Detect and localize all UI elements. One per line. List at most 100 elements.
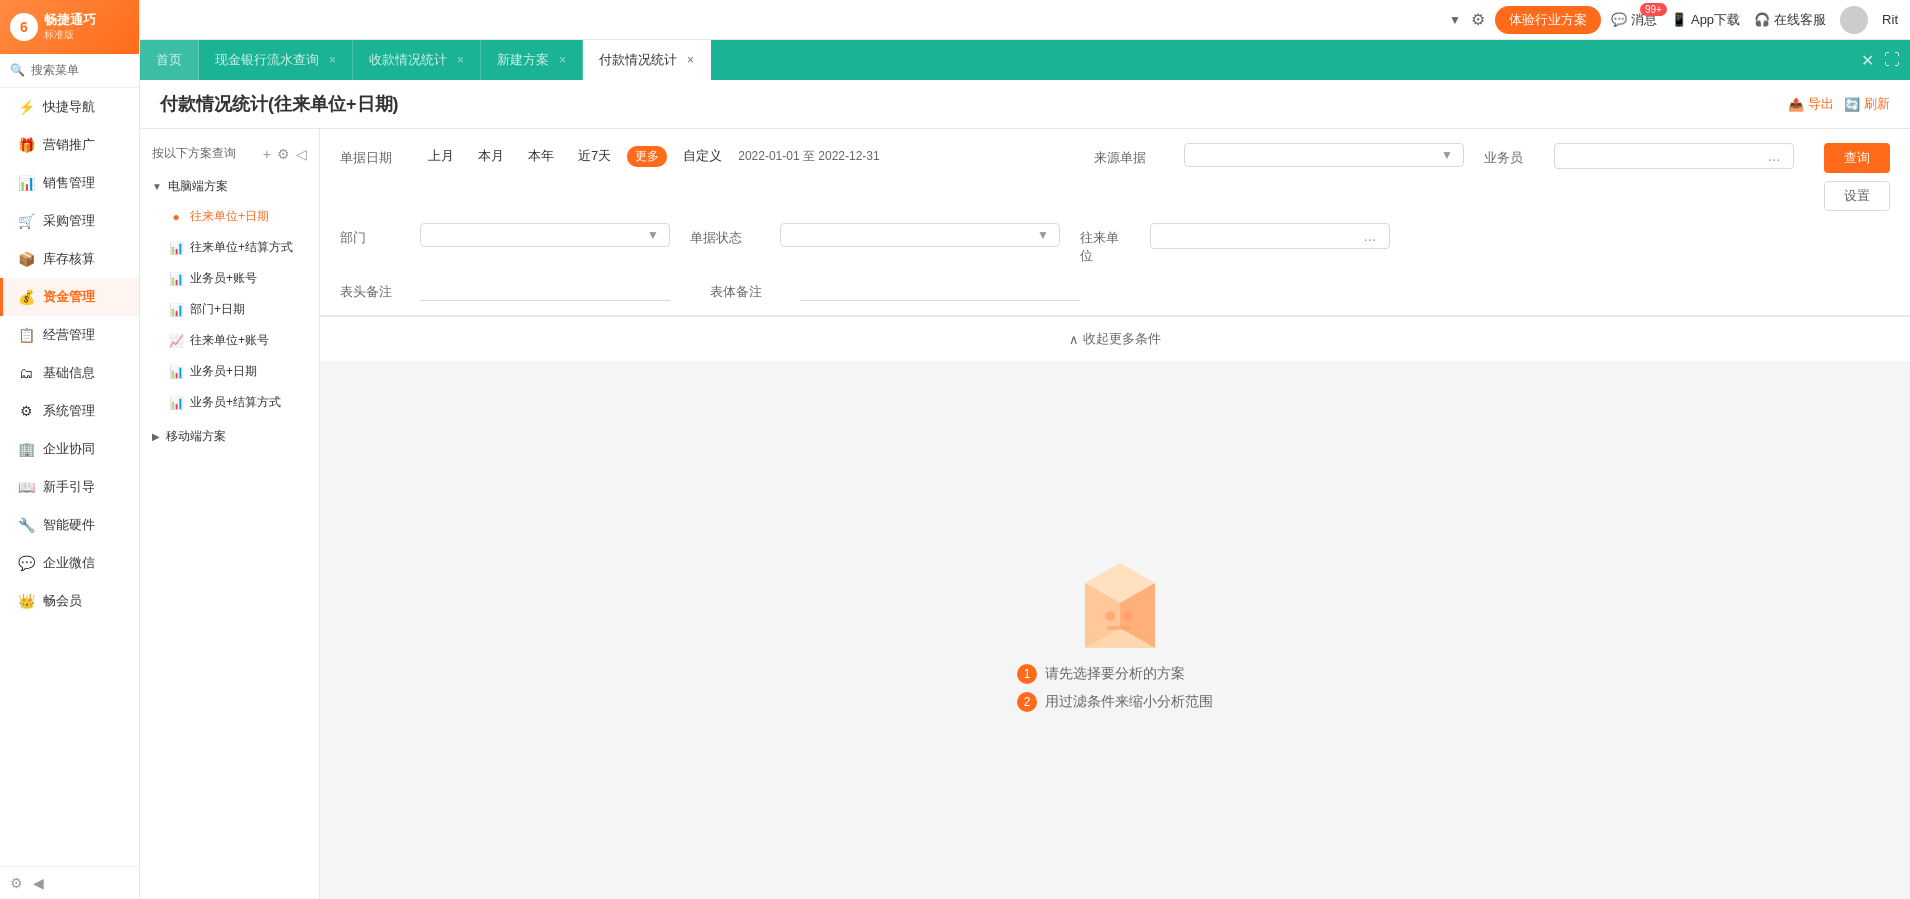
sidebar-item-sales[interactable]: 📊 销售管理 <box>0 164 139 202</box>
sidebar-item-wechat-label: 企业微信 <box>43 554 95 572</box>
sidebar-item-enterprise[interactable]: 🏢 企业协同 <box>0 430 139 468</box>
hint-num-1: 1 <box>1017 664 1037 684</box>
dept-select[interactable]: ▼ <box>420 223 670 247</box>
page-title: 付款情况统计(往来单位+日期) <box>160 92 1788 116</box>
tab-win-btns: ✕ ⛶ <box>1851 40 1910 80</box>
system-icon: ⚙ <box>17 402 35 420</box>
date-btn-more[interactable]: 更多 <box>627 146 667 167</box>
breadcrumb-chevron-icon[interactable]: ▼ <box>1449 13 1461 27</box>
hint-text-2: 用过滤条件来缩小分析范围 <box>1045 693 1213 711</box>
tab-new-scheme-close-icon[interactable]: × <box>559 53 566 67</box>
search-menu[interactable]: 🔍 搜索菜单 <box>0 54 139 88</box>
sidebar-item-marketing[interactable]: 🎁 营销推广 <box>0 126 139 164</box>
avatar <box>1840 6 1868 34</box>
tab-home[interactable]: 首页 <box>140 40 199 80</box>
right-area: 单据日期 上月 本月 本年 近7天 更多 自定义 2022-01-01 至 20… <box>320 129 1910 899</box>
export-btn[interactable]: 📤 导出 <box>1788 95 1834 113</box>
staff-dots-icon[interactable]: … <box>1767 148 1783 164</box>
window-expand-icon[interactable]: ⛶ <box>1884 51 1900 69</box>
date-range-value: 2022-01-01 至 2022-12-31 <box>738 148 879 165</box>
date-btn-custom[interactable]: 自定义 <box>675 143 730 169</box>
sidebar-item-quick-nav[interactable]: ⚡ 快捷导航 <box>0 88 139 126</box>
sidebar-settings-btn[interactable]: ⚙ <box>10 875 23 891</box>
topbar-gear-icon[interactable]: ⚙ <box>1471 10 1485 29</box>
date-btn-this-month[interactable]: 本月 <box>470 143 512 169</box>
online-service-btn[interactable]: 🎧 在线客服 <box>1754 11 1826 29</box>
sidebar-item-basics[interactable]: 🗂 基础信息 <box>0 354 139 392</box>
tab-bank-flow[interactable]: 现金银行流水查询 × <box>199 40 353 80</box>
tab-payment-stats-close-icon[interactable]: × <box>687 53 694 67</box>
scheme-header-icons: + ⚙ ◁ <box>263 146 307 162</box>
scheme-item-staff-settle[interactable]: 📊 业务员+结算方式 <box>140 387 319 418</box>
trial-btn[interactable]: 体验行业方案 <box>1495 6 1601 34</box>
scheme-header-title: 按以下方案查询 <box>152 145 257 162</box>
sidebar-item-wechat[interactable]: 💬 企业微信 <box>0 544 139 582</box>
scheme-section-desktop-title[interactable]: ▼ 电脑端方案 <box>140 172 319 201</box>
collapse-more-btn[interactable]: ∧ 收起更多条件 <box>1055 325 1175 353</box>
date-btn-last-month[interactable]: 上月 <box>420 143 462 169</box>
hardware-icon: 🔧 <box>17 516 35 534</box>
sidebar-item-system[interactable]: ⚙ 系统管理 <box>0 392 139 430</box>
scheme-item-staff-account-label: 业务员+账号 <box>190 270 257 287</box>
sidebar-collapse-btn[interactable]: ◀ <box>33 875 44 891</box>
scheme-item-unit-date[interactable]: ● 往来单位+日期 <box>140 201 319 232</box>
header-note-input[interactable] <box>420 277 670 301</box>
app-download-btn[interactable]: 📱 App下载 <box>1671 11 1740 29</box>
query-btn[interactable]: 查询 <box>1824 143 1890 173</box>
scheme-section-mobile-title[interactable]: ▶ 移动端方案 <box>140 422 319 451</box>
sidebar-item-guide[interactable]: 📖 新手引导 <box>0 468 139 506</box>
staff-select[interactable]: … <box>1554 143 1794 169</box>
operations-icon: 📋 <box>17 326 35 344</box>
scheme-collapse-btn[interactable]: ◁ <box>296 146 307 162</box>
tab-new-scheme[interactable]: 新建方案 × <box>481 40 583 80</box>
sidebar-item-guide-label: 新手引导 <box>43 478 95 496</box>
empty-svg-icon <box>1065 548 1185 658</box>
source-bill-select[interactable]: ▼ <box>1184 143 1464 167</box>
body-note-input[interactable] <box>800 277 1080 301</box>
tab-bank-flow-close-icon[interactable]: × <box>329 53 336 67</box>
logo-text-block: 畅捷通巧 标准版 <box>44 12 96 42</box>
scheme-item-dept-date[interactable]: 📊 部门+日期 <box>140 294 319 325</box>
scheme-item-staff-date-icon: 📊 <box>168 364 184 380</box>
empty-hint-2: 2 用过滤条件来缩小分析范围 <box>1017 692 1213 712</box>
scheme-item-unit-account[interactable]: 📈 往来单位+账号 <box>140 325 319 356</box>
counterpart-select[interactable]: … <box>1150 223 1390 249</box>
collapse-icon: ∧ <box>1069 332 1079 347</box>
tab-payment-stats[interactable]: 付款情况统计 × <box>583 40 711 80</box>
refresh-label: 刷新 <box>1864 95 1890 113</box>
tab-new-scheme-label: 新建方案 <box>497 51 549 69</box>
refresh-btn[interactable]: 🔄 刷新 <box>1844 95 1890 113</box>
sidebar-item-member[interactable]: 👑 畅会员 <box>0 582 139 620</box>
sidebar-item-inventory[interactable]: 📦 库存核算 <box>0 240 139 278</box>
scheme-item-staff-account[interactable]: 📊 业务员+账号 <box>140 263 319 294</box>
tab-receipt-stats-close-icon[interactable]: × <box>457 53 464 67</box>
sidebar-item-purchase-label: 采购管理 <box>43 212 95 230</box>
filter-area: 单据日期 上月 本月 本年 近7天 更多 自定义 2022-01-01 至 20… <box>320 129 1910 316</box>
scheme-item-dept-date-label: 部门+日期 <box>190 301 245 318</box>
bill-status-select[interactable]: ▼ <box>780 223 1060 247</box>
tab-receipt-stats[interactable]: 收款情况统计 × <box>353 40 481 80</box>
sidebar-item-enterprise-label: 企业协同 <box>43 440 95 458</box>
counterpart-dots-icon[interactable]: … <box>1363 228 1379 244</box>
sidebar-header: 6 畅捷通巧 标准版 <box>0 0 139 54</box>
window-close-icon[interactable]: ✕ <box>1861 51 1874 70</box>
sidebar-item-operations[interactable]: 📋 经营管理 <box>0 316 139 354</box>
scheme-add-btn[interactable]: + <box>263 146 271 162</box>
sidebar-item-hardware[interactable]: 🔧 智能硬件 <box>0 506 139 544</box>
purchase-icon: 🛒 <box>17 212 35 230</box>
empty-hint-1: 1 请先选择要分析的方案 <box>1017 664 1213 684</box>
scheme-settings-btn[interactable]: ⚙ <box>277 146 290 162</box>
sidebar-item-purchase[interactable]: 🛒 采购管理 <box>0 202 139 240</box>
messages-btn[interactable]: 💬 消息 99+ <box>1611 11 1657 29</box>
scheme-item-unit-account-icon: 📈 <box>168 333 184 349</box>
content-body: 按以下方案查询 + ⚙ ◁ ▼ 电脑端方案 ● 往来单位+日期 <box>140 129 1910 899</box>
scheme-item-staff-date[interactable]: 📊 业务员+日期 <box>140 356 319 387</box>
date-btn-this-year[interactable]: 本年 <box>520 143 562 169</box>
scheme-item-unit-settle[interactable]: 📊 往来单位+结算方式 <box>140 232 319 263</box>
settings-btn[interactable]: 设置 <box>1824 181 1890 211</box>
source-bill-label: 来源单据 <box>1094 143 1164 167</box>
date-btn-last-7[interactable]: 近7天 <box>570 143 619 169</box>
sidebar-item-finance[interactable]: 💰 资金管理 <box>0 278 139 316</box>
collapse-bar: ∧ 收起更多条件 <box>320 316 1910 361</box>
main-area: ▼ ⚙ 体验行业方案 💬 消息 99+ 📱 App下载 🎧 在线客服 Rit 首… <box>140 0 1910 899</box>
